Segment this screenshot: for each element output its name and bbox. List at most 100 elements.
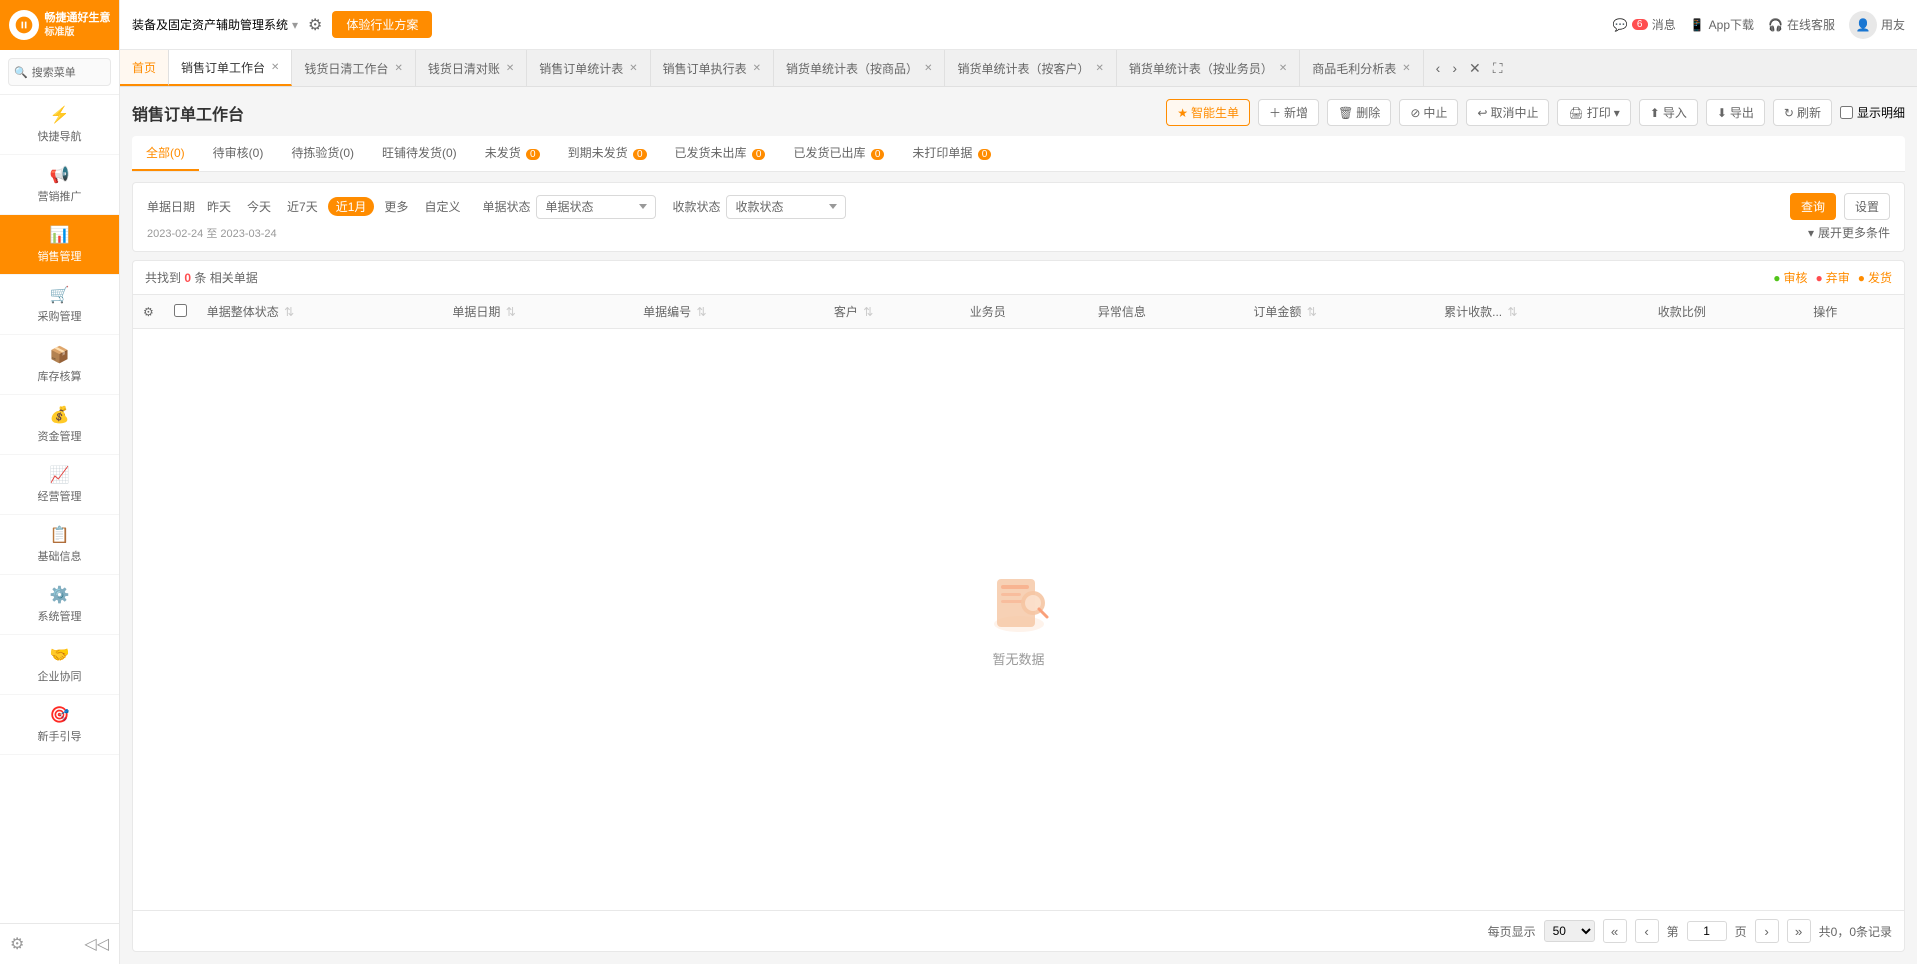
- system-title-dropdown[interactable]: 装备及固定资产辅助管理系统 ▾: [132, 16, 298, 33]
- sort-icon[interactable]: ⇅: [863, 305, 873, 319]
- tab-close-icon[interactable]: ✕: [506, 63, 514, 74]
- settings-icon[interactable]: ⚙: [10, 934, 24, 954]
- tab-close-icon[interactable]: ✕: [394, 63, 402, 74]
- sidebar-item-purchase[interactable]: 🛒 采购管理: [0, 275, 119, 335]
- tab-sales-by-staff[interactable]: 销货单统计表（按业务员） ✕: [1117, 50, 1300, 86]
- sidebar-bottom: ⚙ ◁◁: [0, 923, 119, 964]
- sidebar-item-system[interactable]: ⚙️ 系统管理: [0, 575, 119, 635]
- sort-icon[interactable]: ⇅: [697, 305, 707, 319]
- export-button[interactable]: ⬇ 导出: [1706, 99, 1765, 126]
- empty-state: 暂无数据: [133, 329, 1904, 898]
- tab-sales-stats[interactable]: 销售订单统计表 ✕: [527, 50, 650, 86]
- sort-icon[interactable]: ⇅: [1507, 305, 1517, 319]
- delete-button[interactable]: 🗑 删除: [1327, 99, 1391, 126]
- tab-close-icon[interactable]: ✕: [1095, 63, 1103, 74]
- tab-close-icon[interactable]: ✕: [271, 62, 279, 73]
- col-settings-icon[interactable]: ⚙: [143, 305, 154, 319]
- tabs-close-all-icon[interactable]: ✕: [1465, 58, 1485, 79]
- sub-tab-not-shipped[interactable]: 未发货 0: [471, 136, 554, 171]
- search-menu-button[interactable]: 🔍 搜索菜单: [8, 58, 111, 86]
- expand-filter-btn[interactable]: ▾ 展开更多条件: [1808, 224, 1890, 241]
- sub-tab-not-printed[interactable]: 未打印单据 0: [898, 136, 1005, 171]
- sort-icon[interactable]: ⇅: [284, 305, 294, 319]
- date-btn-1month[interactable]: 近1月: [328, 197, 375, 216]
- sub-tab-all[interactable]: 全部(0): [132, 136, 199, 171]
- collapse-icon[interactable]: ◁◁: [84, 934, 109, 954]
- select-all-checkbox[interactable]: [174, 304, 187, 317]
- payment-filter-select[interactable]: 收款状态: [726, 195, 846, 219]
- refresh-button[interactable]: ↻ 刷新: [1773, 99, 1832, 126]
- tab-label: 钱货日清工作台: [304, 60, 388, 77]
- tab-sales-by-product[interactable]: 销货单统计表（按商品） ✕: [774, 50, 945, 86]
- sidebar-item-sales[interactable]: 📊 销售管理: [0, 215, 119, 275]
- status-filter-select[interactable]: 单据状态: [536, 195, 656, 219]
- sidebar-item-finance[interactable]: 💰 资金管理: [0, 395, 119, 455]
- date-btn-7days[interactable]: 近7天: [281, 196, 324, 217]
- sort-icon[interactable]: ⇅: [506, 305, 516, 319]
- tab-close-icon[interactable]: ✕: [753, 63, 761, 74]
- tab-close-icon[interactable]: ✕: [629, 63, 637, 74]
- horizontal-scrollbar[interactable]: [133, 898, 1904, 910]
- col-settings[interactable]: ⚙: [133, 295, 164, 329]
- page-size-select[interactable]: 50 10 20 100: [1544, 920, 1595, 942]
- review-action-btn[interactable]: ● 审核: [1773, 269, 1807, 286]
- next-page-button[interactable]: ›: [1755, 919, 1779, 943]
- sidebar-item-basic-info[interactable]: 📋 基础信息: [0, 515, 119, 575]
- sub-tab-wangpu[interactable]: 旺铺待发货(0): [368, 136, 471, 171]
- ship-action-btn[interactable]: ● 发货: [1858, 269, 1892, 286]
- import-button[interactable]: ⬆ 导入: [1639, 99, 1698, 126]
- sub-tab-overdue-not-shipped[interactable]: 到期未发货 0: [554, 136, 661, 171]
- page-number-input[interactable]: [1687, 921, 1727, 941]
- prev-page-button[interactable]: ‹: [1635, 919, 1659, 943]
- tab-gross-margin[interactable]: 商品毛利分析表 ✕: [1300, 50, 1423, 86]
- message-icon: 💬: [1613, 18, 1628, 32]
- sidebar-item-quick-nav[interactable]: ⚡ 快捷导航: [0, 95, 119, 155]
- user-item[interactable]: 👤 用友: [1849, 11, 1905, 39]
- sidebar-item-cooperation[interactable]: 🤝 企业协同: [0, 635, 119, 695]
- trial-button[interactable]: 体验行业方案: [332, 11, 432, 38]
- smart-gen-button[interactable]: ★ 智能生单: [1166, 99, 1250, 126]
- date-btn-custom[interactable]: 自定义: [418, 196, 466, 217]
- col-amount-label: 订单金额: [1253, 305, 1301, 319]
- sub-tab-shipped-out[interactable]: 已发货已出库 0: [779, 136, 898, 171]
- app-download-item[interactable]: 📱 App下载: [1690, 16, 1754, 33]
- suspend-button[interactable]: ⊘ 中止: [1399, 99, 1458, 126]
- sidebar-item-inventory[interactable]: 📦 库存核算: [0, 335, 119, 395]
- tabs-scroll-left-icon[interactable]: ‹: [1432, 58, 1445, 78]
- online-service-item[interactable]: 🎧 在线客服: [1768, 16, 1835, 33]
- date-btn-more[interactable]: 更多: [378, 196, 414, 217]
- tabs-maximize-icon[interactable]: ⛶: [1489, 58, 1507, 79]
- sort-icon[interactable]: ⇅: [1307, 305, 1317, 319]
- add-button[interactable]: ＋ 新增: [1258, 99, 1319, 126]
- col-checkbox[interactable]: [164, 295, 197, 329]
- date-btn-today[interactable]: 今天: [241, 196, 277, 217]
- tab-sales-by-customer[interactable]: 销货单统计表（按客户） ✕: [945, 50, 1116, 86]
- tab-close-icon[interactable]: ✕: [1279, 63, 1287, 74]
- tab-sales-workbench[interactable]: 销售订单工作台 ✕: [169, 50, 292, 86]
- cancel-suspend-button[interactable]: ↩ 取消中止: [1466, 99, 1549, 126]
- sidebar-item-operations[interactable]: 📈 经营管理: [0, 455, 119, 515]
- tab-home[interactable]: 首页: [120, 50, 169, 86]
- date-btn-yesterday[interactable]: 昨天: [201, 196, 237, 217]
- tabs-scroll-right-icon[interactable]: ›: [1448, 58, 1461, 78]
- query-button[interactable]: 查询: [1790, 193, 1836, 220]
- tab-cash-daily[interactable]: 钱货日清工作台 ✕: [292, 50, 415, 86]
- tab-cash-reconcile[interactable]: 钱货日清对账 ✕: [416, 50, 527, 86]
- show-detail-checkbox[interactable]: [1840, 106, 1853, 119]
- sub-tab-shipped-not-out[interactable]: 已发货未出库 0: [661, 136, 780, 171]
- sub-tab-pending-review[interactable]: 待审核(0): [199, 136, 278, 171]
- sidebar-item-marketing[interactable]: 📢 营销推广: [0, 155, 119, 215]
- last-page-button[interactable]: »: [1787, 919, 1811, 943]
- unaudit-action-btn[interactable]: ● 弃审: [1815, 269, 1849, 286]
- sidebar-item-guide[interactable]: 🎯 新手引导: [0, 695, 119, 755]
- show-detail-label[interactable]: 显示明细: [1840, 104, 1905, 121]
- print-button[interactable]: 🖨 打印 ▾: [1557, 99, 1630, 126]
- settings-filter-button[interactable]: 设置: [1844, 193, 1890, 220]
- message-item[interactable]: 💬 6 消息: [1613, 16, 1676, 33]
- topbar-settings-icon[interactable]: ⚙: [308, 15, 322, 35]
- tab-close-icon[interactable]: ✕: [1402, 63, 1410, 74]
- tab-sales-exec[interactable]: 销售订单执行表 ✕: [651, 50, 774, 86]
- sub-tab-pending-inspect[interactable]: 待拣验货(0): [277, 136, 368, 171]
- tab-close-icon[interactable]: ✕: [924, 63, 932, 74]
- first-page-button[interactable]: «: [1603, 919, 1627, 943]
